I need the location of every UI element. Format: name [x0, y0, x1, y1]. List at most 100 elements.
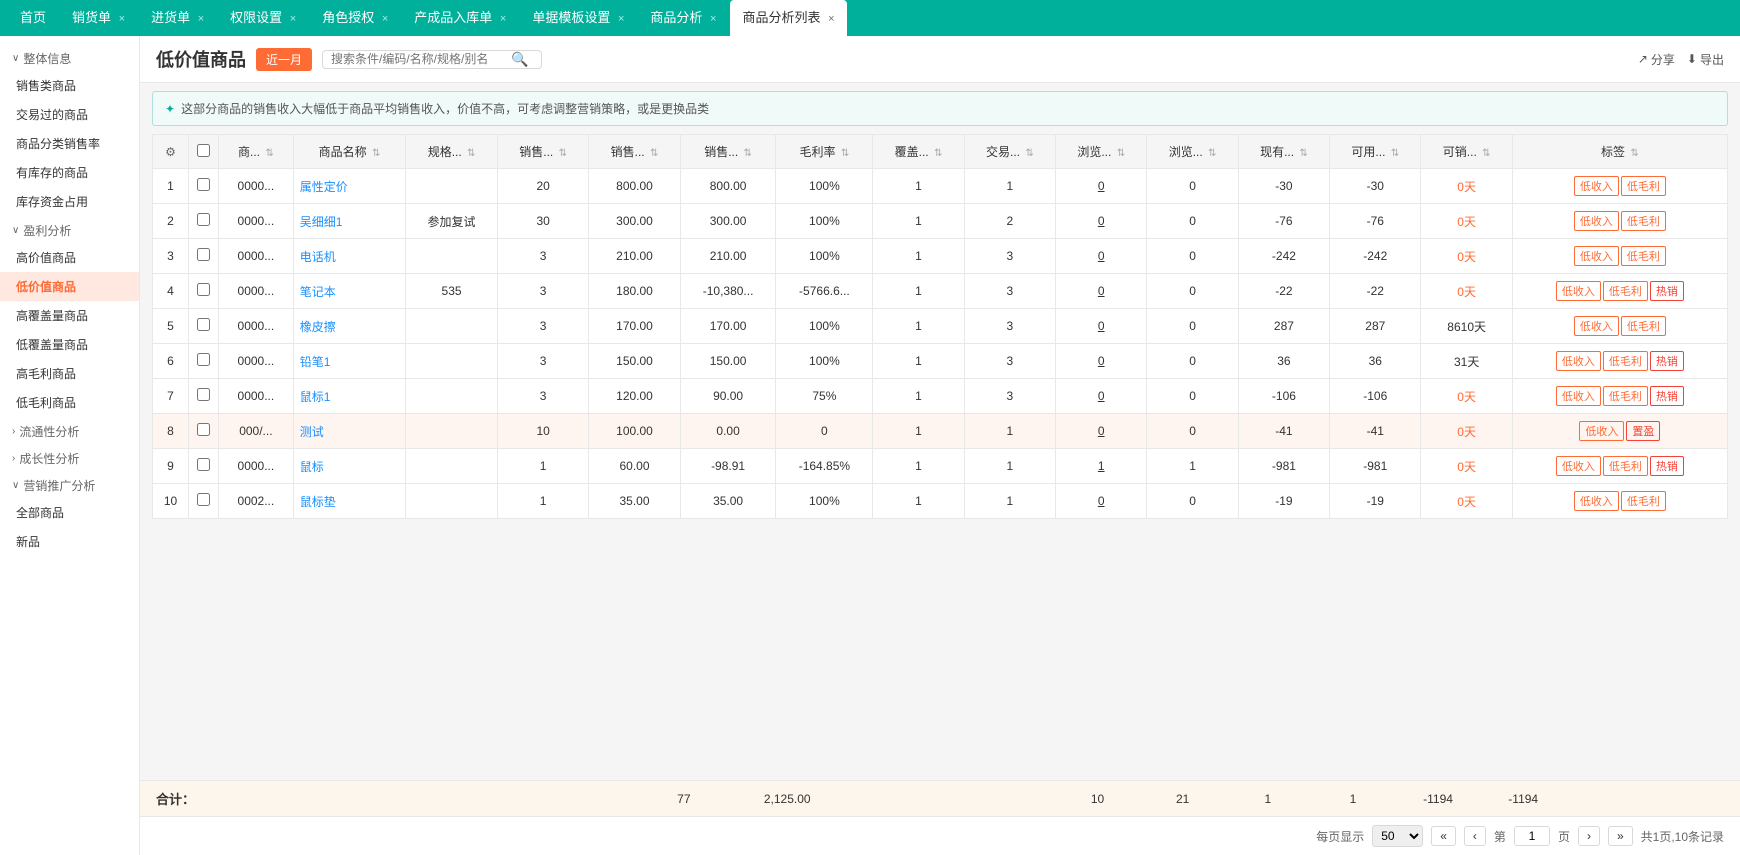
first-page-button[interactable]: «	[1431, 826, 1456, 846]
col-header-views2[interactable]: 浏览... ⇅	[1147, 135, 1238, 169]
sidebar-item-category-sales[interactable]: 商品分类销售率	[0, 129, 139, 158]
product-name[interactable]: 属性定价	[293, 169, 405, 204]
nav-template-settings[interactable]: 单据模板设置 ×	[520, 0, 636, 36]
col-header-sales-profit[interactable]: 销售... ⇅	[680, 135, 776, 169]
row-checkbox[interactable]	[197, 213, 210, 226]
share-button[interactable]: ↗ 分享	[1638, 51, 1675, 68]
product-name[interactable]: 铅笔1	[293, 344, 405, 379]
col-header-available[interactable]: 可用... ⇅	[1330, 135, 1421, 169]
view-link[interactable]: 0	[1098, 214, 1105, 228]
views1[interactable]: 0	[1056, 344, 1147, 379]
view-link[interactable]: 0	[1098, 354, 1105, 368]
col-header-code[interactable]: 商... ⇅	[219, 135, 294, 169]
row-checkbox[interactable]	[197, 458, 210, 471]
settings-icon[interactable]: ⚙	[165, 145, 176, 159]
chevron-down-icon[interactable]: ∨	[12, 225, 19, 236]
product-name[interactable]: 吴细细1	[293, 204, 405, 239]
views1[interactable]: 0	[1056, 169, 1147, 204]
row-checkbox-cell[interactable]	[189, 484, 219, 519]
chevron-right-icon[interactable]: ›	[12, 453, 15, 464]
row-checkbox-cell[interactable]	[189, 379, 219, 414]
col-header-stock[interactable]: 现有... ⇅	[1238, 135, 1329, 169]
chevron-right-icon[interactable]: ›	[12, 426, 15, 437]
col-header-views1[interactable]: 浏览... ⇅	[1056, 135, 1147, 169]
row-checkbox-cell[interactable]	[189, 309, 219, 344]
row-checkbox[interactable]	[197, 388, 210, 401]
product-name[interactable]: 鼠标1	[293, 379, 405, 414]
search-icon[interactable]: 🔍	[511, 51, 528, 68]
nav-product-analysis[interactable]: 商品分析 ×	[638, 0, 728, 36]
search-input[interactable]	[331, 52, 511, 66]
row-checkbox-cell[interactable]	[189, 274, 219, 309]
sidebar-item-new-products[interactable]: 新品	[0, 527, 139, 556]
select-all-checkbox[interactable]	[197, 144, 210, 157]
row-checkbox[interactable]	[197, 353, 210, 366]
prev-page-button[interactable]: ‹	[1464, 826, 1486, 846]
view-link[interactable]: 0	[1098, 424, 1105, 438]
export-button[interactable]: ⬇ 导出	[1687, 51, 1724, 68]
view-link[interactable]: 0	[1098, 249, 1105, 263]
views1[interactable]: 0	[1056, 484, 1147, 519]
sidebar-item-traded-products[interactable]: 交易过的商品	[0, 100, 139, 129]
product-name[interactable]: 橡皮擦	[293, 309, 405, 344]
nav-home[interactable]: 首页	[8, 0, 58, 36]
sidebar-item-low-coverage[interactable]: 低覆盖量商品	[0, 330, 139, 359]
col-header-spec[interactable]: 规格... ⇅	[406, 135, 498, 169]
close-icon[interactable]: ×	[119, 13, 125, 25]
product-name[interactable]: 鼠标	[293, 449, 405, 484]
sidebar-item-sales-products[interactable]: 销售类商品	[0, 71, 139, 100]
views1[interactable]: 0	[1056, 204, 1147, 239]
sidebar-item-high-coverage[interactable]: 高覆盖量商品	[0, 301, 139, 330]
chevron-down-icon[interactable]: ∨	[12, 480, 19, 491]
col-header-name[interactable]: 商品名称 ⇅	[293, 135, 405, 169]
row-checkbox-cell[interactable]	[189, 169, 219, 204]
view-link[interactable]: 0	[1098, 319, 1105, 333]
views1[interactable]: 0	[1056, 379, 1147, 414]
nav-sales-order[interactable]: 销货单 ×	[60, 0, 137, 36]
sidebar-item-all-products[interactable]: 全部商品	[0, 498, 139, 527]
sidebar-item-high-value[interactable]: 高价值商品	[0, 243, 139, 272]
next-page-button[interactable]: ›	[1578, 826, 1600, 846]
page-number-input[interactable]	[1514, 826, 1550, 846]
per-page-select[interactable]: 50 100 200	[1372, 825, 1423, 847]
table-container[interactable]: ⚙ 商... ⇅ 商品名称 ⇅ 规格... ⇅ 销售... ⇅ 销售... ⇅ …	[140, 134, 1740, 780]
close-icon[interactable]: ×	[500, 13, 506, 25]
view-link[interactable]: 0	[1098, 179, 1105, 193]
view-link[interactable]: 0	[1098, 494, 1105, 508]
nav-purchase-order[interactable]: 进货单 ×	[139, 0, 216, 36]
close-icon[interactable]: ×	[198, 13, 204, 25]
col-header-sellable[interactable]: 可销... ⇅	[1421, 135, 1512, 169]
nav-role-auth[interactable]: 角色授权 ×	[310, 0, 400, 36]
sidebar-item-stock-funds[interactable]: 库存资金占用	[0, 187, 139, 216]
col-header-coverage[interactable]: 覆盖... ⇅	[873, 135, 964, 169]
sidebar-item-high-margin[interactable]: 高毛利商品	[0, 359, 139, 388]
row-checkbox-cell[interactable]	[189, 204, 219, 239]
sidebar-item-low-margin[interactable]: 低毛利商品	[0, 388, 139, 417]
row-checkbox[interactable]	[197, 493, 210, 506]
sidebar-item-low-value[interactable]: 低价值商品	[0, 272, 139, 301]
close-icon[interactable]: ×	[710, 13, 716, 25]
views1[interactable]: 0	[1056, 239, 1147, 274]
settings-column-header[interactable]: ⚙	[153, 135, 189, 169]
row-checkbox[interactable]	[197, 283, 210, 296]
product-name[interactable]: 笔记本	[293, 274, 405, 309]
sidebar-item-stocked-products[interactable]: 有库存的商品	[0, 158, 139, 187]
last-page-button[interactable]: »	[1608, 826, 1633, 846]
date-filter-button[interactable]: 近一月	[256, 48, 312, 71]
chevron-down-icon[interactable]: ∨	[12, 53, 19, 64]
view-link[interactable]: 1	[1098, 459, 1105, 473]
view-link[interactable]: 0	[1098, 284, 1105, 298]
row-checkbox-cell[interactable]	[189, 449, 219, 484]
close-icon[interactable]: ×	[290, 13, 296, 25]
row-checkbox-cell[interactable]	[189, 344, 219, 379]
row-checkbox[interactable]	[197, 248, 210, 261]
col-header-sales-amount[interactable]: 销售... ⇅	[589, 135, 680, 169]
nav-permissions[interactable]: 权限设置 ×	[218, 0, 308, 36]
col-header-tags[interactable]: 标签 ⇅	[1512, 135, 1727, 169]
nav-product-in[interactable]: 产成品入库单 ×	[402, 0, 518, 36]
row-checkbox-cell[interactable]	[189, 414, 219, 449]
row-checkbox[interactable]	[197, 178, 210, 191]
product-name[interactable]: 电话机	[293, 239, 405, 274]
row-checkbox[interactable]	[197, 318, 210, 331]
views1[interactable]: 0	[1056, 274, 1147, 309]
